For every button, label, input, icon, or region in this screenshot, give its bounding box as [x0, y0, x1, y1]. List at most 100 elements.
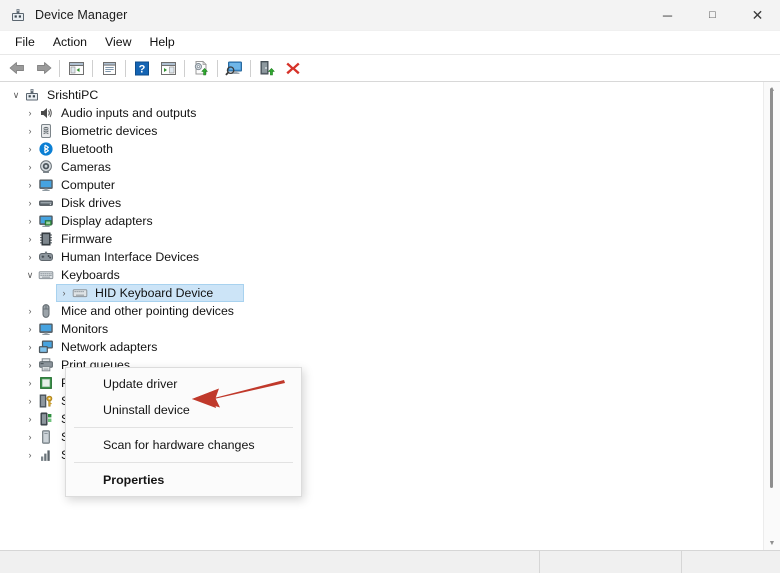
context-menu-separator [74, 427, 293, 428]
sound-controller-icon [38, 447, 54, 463]
chevron-right-icon[interactable]: › [22, 144, 38, 154]
chevron-right-icon[interactable]: › [22, 234, 38, 244]
security-key-icon [38, 393, 54, 409]
chevron-right-icon[interactable]: › [22, 198, 38, 208]
action-pane-icon [160, 61, 176, 75]
software-device-icon [38, 429, 54, 445]
display-adapter-icon [38, 213, 54, 229]
title-bar: Device Manager ─ □ ✕ [0, 0, 780, 31]
tree-item-human-interface-devices[interactable]: › Human Interface Devices [0, 248, 763, 266]
tree-item-keyboards[interactable]: ∨ Keyboards [0, 266, 763, 284]
tree-item-label: Mice and other pointing devices [61, 304, 234, 318]
chevron-right-icon[interactable]: › [22, 342, 38, 352]
chevron-right-icon[interactable]: › [22, 450, 38, 460]
device-manager-icon [12, 9, 24, 21]
chevron-right-icon[interactable]: › [22, 414, 38, 424]
tree-item-srishtipc[interactable]: ∨ SrishtiPC [0, 86, 763, 104]
context-menu-uninstall-device[interactable]: Uninstall device [66, 397, 301, 423]
tree-item-firmware[interactable]: › Firmware [0, 230, 763, 248]
network-adapter-icon [38, 339, 54, 355]
chevron-right-icon[interactable]: › [22, 396, 38, 406]
chevron-right-icon[interactable]: › [22, 252, 38, 262]
forward-button[interactable] [30, 57, 56, 79]
tree-item-cameras[interactable]: › Cameras [0, 158, 763, 176]
toolbar-separator [184, 59, 185, 77]
chevron-right-icon[interactable]: › [22, 180, 38, 190]
context-menu-scan-for-hardware-changes[interactable]: Scan for hardware changes [66, 432, 301, 458]
tree-item-label: HID Keyboard Device [95, 286, 214, 300]
toolbar-separator [125, 59, 126, 77]
tree-item-mice-and-other-pointing-devices[interactable]: › Mice and other pointing devices [0, 302, 763, 320]
tree-item-label: Computer [61, 178, 115, 192]
processor-icon [38, 375, 54, 391]
tree-item-monitors[interactable]: › Monitors [0, 320, 763, 338]
update-driver-button[interactable] [188, 57, 214, 79]
back-button[interactable] [4, 57, 30, 79]
chevron-right-icon[interactable]: › [22, 108, 38, 118]
tree-item-display-adapters[interactable]: › Display adapters [0, 212, 763, 230]
show-hide-action-pane-button[interactable] [155, 57, 181, 79]
toolbar-separator [217, 59, 218, 77]
help-button[interactable]: ? [129, 57, 155, 79]
tree-item-biometric-devices[interactable]: › Biometric devices [0, 122, 763, 140]
scrollbar-thumb[interactable] [770, 88, 773, 488]
scan-monitor-icon [224, 61, 242, 76]
help-question-icon: ? [135, 61, 149, 75]
chevron-right-icon[interactable]: › [22, 378, 38, 388]
tree-item-label: Human Interface Devices [61, 250, 200, 264]
menu-action[interactable]: Action [44, 32, 96, 53]
context-menu-update-driver[interactable]: Update driver [66, 371, 301, 397]
enable-device-button[interactable] [254, 57, 280, 79]
tree-item-label: Cameras [61, 160, 111, 174]
svg-text:?: ? [139, 63, 146, 75]
tree-item-audio-inputs-and-outputs[interactable]: › Audio inputs and outputs [0, 104, 763, 122]
chevron-right-icon[interactable]: › [22, 126, 38, 136]
chevron-right-icon[interactable]: › [22, 432, 38, 442]
tree-item-label: Network adapters [61, 340, 158, 354]
chevron-right-icon[interactable]: › [22, 162, 38, 172]
properties-button[interactable] [96, 57, 122, 79]
chevron-right-icon[interactable]: › [56, 288, 72, 298]
scroll-down-arrow-icon[interactable]: ▼ [764, 536, 780, 550]
printer-icon [38, 357, 54, 373]
chevron-right-icon[interactable]: › [22, 360, 38, 370]
tree-item-label: Keyboards [61, 268, 120, 282]
tree-item-network-adapters[interactable]: › Network adapters [0, 338, 763, 356]
vertical-scrollbar[interactable]: ▲ ▼ [763, 82, 780, 550]
monitor-icon [38, 321, 54, 337]
content-area: ∨ SrishtiPC › Audio inputs and outputs ›… [0, 82, 780, 550]
tree-item-label: SrishtiPC [47, 88, 99, 102]
tree-item-bluetooth[interactable]: › Bluetooth [0, 140, 763, 158]
chevron-right-icon[interactable]: › [22, 324, 38, 334]
enable-device-icon [260, 61, 275, 76]
firmware-chip-icon [38, 231, 54, 247]
maximize-button[interactable]: □ [690, 0, 735, 30]
scan-hardware-changes-button[interactable] [221, 57, 247, 79]
chevron-right-icon[interactable]: › [22, 306, 38, 316]
minimize-button[interactable]: ─ [645, 0, 690, 30]
menu-view[interactable]: View [96, 32, 140, 53]
uninstall-device-button[interactable] [280, 57, 306, 79]
status-segment-tertiary [682, 551, 780, 573]
close-button[interactable]: ✕ [735, 0, 780, 30]
software-component-icon [38, 411, 54, 427]
status-segment-secondary [540, 551, 682, 573]
chevron-down-icon[interactable]: ∨ [22, 270, 38, 280]
context-menu[interactable]: Update driver Uninstall device Scan for … [65, 367, 302, 497]
menu-file[interactable]: File [6, 32, 44, 53]
tree-item-hid-keyboard-device[interactable]: › HID Keyboard Device [0, 284, 763, 302]
context-menu-properties[interactable]: Properties [66, 467, 301, 493]
menu-bar: File Action View Help [0, 31, 780, 55]
mouse-icon [38, 303, 54, 319]
update-driver-icon [194, 60, 208, 76]
chevron-right-icon[interactable]: › [22, 216, 38, 226]
show-hide-console-tree-button[interactable] [63, 57, 89, 79]
tree-item-disk-drives[interactable]: › Disk drives [0, 194, 763, 212]
chevron-down-icon[interactable]: ∨ [8, 90, 24, 100]
tree-item-label: Firmware [61, 232, 113, 246]
device-tree[interactable]: ∨ SrishtiPC › Audio inputs and outputs ›… [0, 82, 763, 550]
menu-help[interactable]: Help [140, 32, 183, 53]
fingerprint-icon [38, 123, 54, 139]
tree-item-computer[interactable]: › Computer [0, 176, 763, 194]
window-title: Device Manager [35, 8, 128, 22]
